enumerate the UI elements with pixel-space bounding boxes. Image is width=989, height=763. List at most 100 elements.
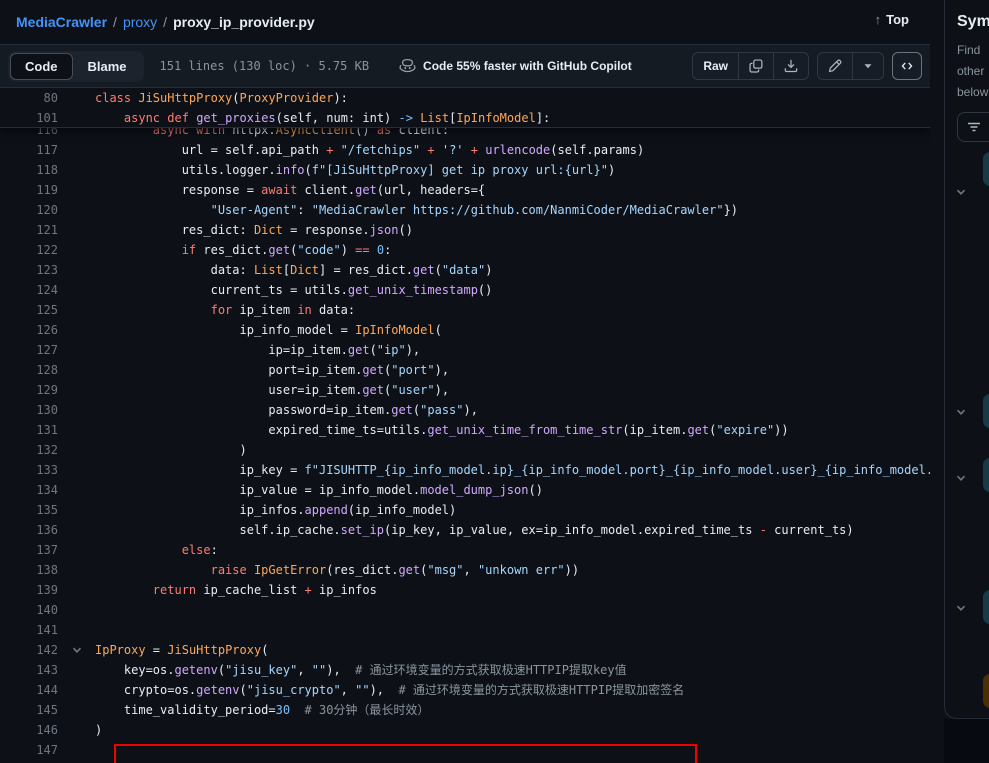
line-number[interactable]: 134: [0, 480, 58, 500]
back-to-top-button[interactable]: ↑ Top: [871, 10, 913, 29]
code-token: ,: [341, 683, 355, 697]
code-text: ip=ip_item.get("ip"),: [95, 340, 930, 360]
line-number[interactable]: 132: [0, 440, 58, 460]
code-token: 30: [276, 703, 290, 717]
symbols-toggle-button[interactable]: [892, 52, 922, 80]
code-token: (): [528, 483, 542, 497]
line-number[interactable]: 124: [0, 280, 58, 300]
tab-code[interactable]: Code: [10, 53, 73, 80]
code-token: ): [608, 163, 615, 177]
code-text: ip_info_model = IpInfoModel(: [95, 320, 930, 340]
code-token: (res_dict.: [326, 563, 398, 577]
line-number[interactable]: 136: [0, 520, 58, 540]
gutter-spacer: [58, 88, 95, 108]
edit-button[interactable]: [818, 53, 852, 79]
code-token: ip_infos.: [95, 503, 305, 517]
code-token: ): [341, 243, 355, 257]
line-number[interactable]: 119: [0, 180, 58, 200]
code-token: get: [391, 403, 413, 417]
code-token: get: [362, 383, 384, 397]
code-token: # 通过环境变量的方式获取极速HTTPIP提取key值: [355, 663, 626, 677]
symbol-kind-badge[interactable]: [983, 458, 989, 492]
code-text: ip_key = f"JISUHTTP_{ip_info_model.ip}_{…: [95, 460, 930, 480]
code-text: current_ts = utils.get_unix_timestamp(): [95, 280, 930, 300]
code-token: [435, 143, 442, 157]
symbol-group-chevron-icon[interactable]: [955, 186, 969, 200]
code-token: ==: [355, 243, 369, 257]
code-token: expired_time_ts=utils.: [95, 423, 427, 437]
code-text: user=ip_item.get("user"),: [95, 380, 930, 400]
code-token: IpInfoModel: [355, 323, 434, 337]
breadcrumb-folder-link[interactable]: proxy: [123, 14, 157, 30]
line-number[interactable]: 123: [0, 260, 58, 280]
code-token: ),: [406, 343, 420, 357]
copy-button[interactable]: [738, 53, 773, 79]
line-number[interactable]: 143: [0, 660, 58, 680]
line-number[interactable]: 133: [0, 460, 58, 480]
line-number[interactable]: 122: [0, 240, 58, 260]
line-number[interactable]: 145: [0, 700, 58, 720]
code-line: 132 ): [0, 440, 930, 460]
code-token: user=ip_item.: [95, 383, 362, 397]
copilot-banner[interactable]: Code 55% faster with GitHub Copilot: [399, 58, 632, 74]
line-number[interactable]: 141: [0, 620, 58, 640]
gutter-spacer: [58, 200, 95, 220]
code-token: await: [261, 183, 297, 197]
symbol-group-chevron-icon[interactable]: [955, 406, 969, 420]
line-number[interactable]: 139: [0, 580, 58, 600]
download-button[interactable]: [773, 53, 808, 79]
code-token: (: [261, 643, 268, 657]
gutter-spacer: [58, 108, 95, 128]
line-number[interactable]: 144: [0, 680, 58, 700]
line-number[interactable]: 125: [0, 300, 58, 320]
gutter-spacer: [58, 220, 95, 240]
line-number[interactable]: 137: [0, 540, 58, 560]
code-line: 126 ip_info_model = IpInfoModel(: [0, 320, 930, 340]
code-token: ,: [297, 663, 311, 677]
code-line: 123 data: List[Dict] = res_dict.get("dat…: [0, 260, 930, 280]
line-number[interactable]: 118: [0, 160, 58, 180]
code-token: ),: [370, 683, 399, 697]
line-number[interactable]: 117: [0, 140, 58, 160]
tab-blame[interactable]: Blame: [73, 53, 142, 80]
line-number[interactable]: 130: [0, 400, 58, 420]
symbol-kind-badge[interactable]: [983, 152, 989, 186]
code-token: (: [240, 683, 247, 697]
symbols-filter-button[interactable]: [957, 112, 989, 142]
line-number[interactable]: 140: [0, 600, 58, 620]
symbol-group-chevron-icon[interactable]: [955, 602, 969, 616]
line-number[interactable]: 121: [0, 220, 58, 240]
line-number[interactable]: 120: [0, 200, 58, 220]
line-number[interactable]: 101: [0, 108, 58, 128]
gutter-spacer: [58, 480, 95, 500]
line-number[interactable]: 127: [0, 340, 58, 360]
line-number[interactable]: 128: [0, 360, 58, 380]
code-text: ip_infos.append(ip_info_model): [95, 500, 930, 520]
code-token: ]:: [536, 111, 550, 125]
raw-button[interactable]: Raw: [693, 53, 738, 79]
symbol-kind-badge[interactable]: [983, 590, 989, 624]
line-number[interactable]: 126: [0, 320, 58, 340]
fold-chevron-icon[interactable]: [58, 640, 95, 660]
line-number[interactable]: 80: [0, 88, 58, 108]
code-token: Dict: [254, 223, 283, 237]
line-number[interactable]: 146: [0, 720, 58, 740]
symbol-group-chevron-icon[interactable]: [955, 472, 969, 486]
code-token: "jisu_crypto": [247, 683, 341, 697]
code-token: [333, 143, 340, 157]
line-number[interactable]: 135: [0, 500, 58, 520]
symbol-kind-badge[interactable]: [983, 394, 989, 428]
edit-dropdown-button[interactable]: [852, 53, 883, 79]
code-token: utils.logger.: [95, 163, 276, 177]
gutter-spacer: [58, 400, 95, 420]
code-token: self.ip_cache.: [95, 523, 341, 537]
line-number[interactable]: 129: [0, 380, 58, 400]
gutter-spacer: [58, 680, 95, 700]
line-number[interactable]: 147: [0, 740, 58, 760]
symbol-kind-badge[interactable]: [983, 674, 989, 708]
breadcrumb-separator: /: [163, 14, 167, 30]
line-number[interactable]: 142: [0, 640, 58, 660]
line-number[interactable]: 131: [0, 420, 58, 440]
breadcrumb-repo-link[interactable]: MediaCrawler: [16, 14, 107, 30]
line-number[interactable]: 138: [0, 560, 58, 580]
